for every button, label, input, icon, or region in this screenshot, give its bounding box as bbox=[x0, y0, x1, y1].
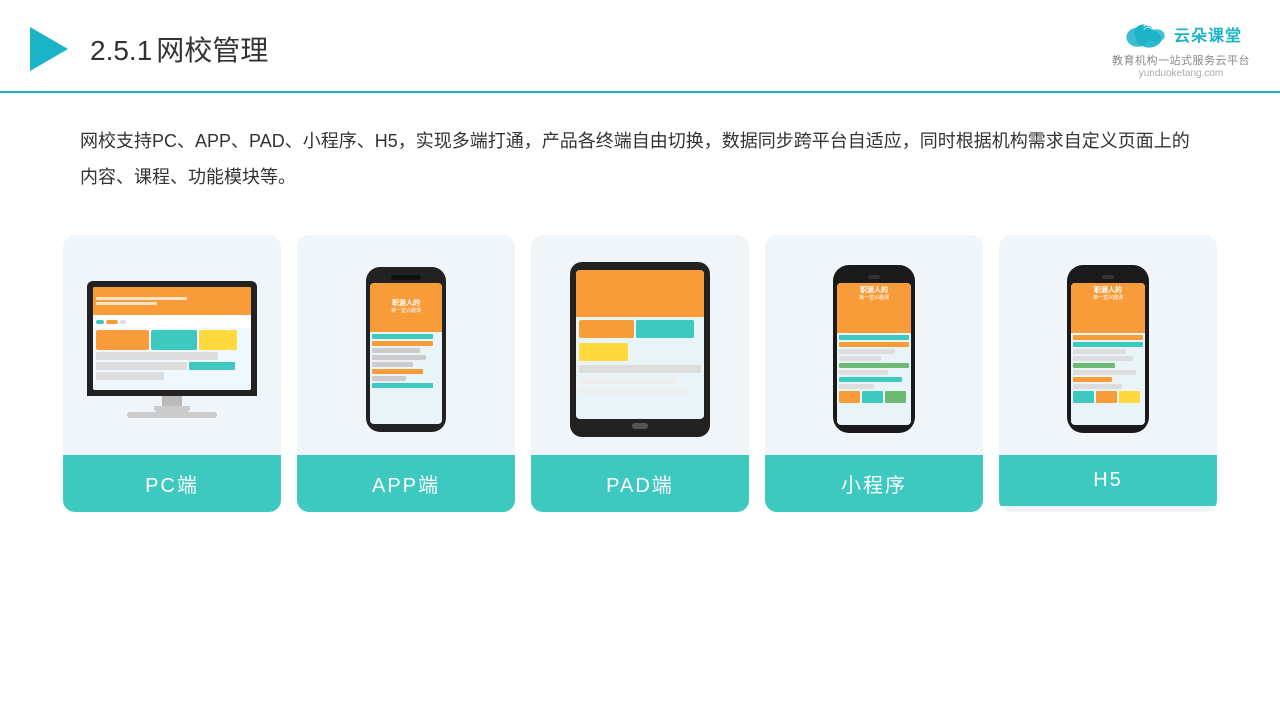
card-h5: 职涯人的 第一堂兴趣课 bbox=[999, 235, 1217, 512]
card-pad-image bbox=[531, 235, 749, 455]
header-left: 2.5.1网校管理 bbox=[30, 27, 268, 71]
section-number: 2.5.1 bbox=[90, 35, 152, 66]
logo-url: yunduoketang.com bbox=[1139, 68, 1224, 79]
card-pad: PAD端 bbox=[531, 235, 749, 512]
card-pad-label: PAD端 bbox=[531, 455, 749, 512]
page-header: 2.5.1网校管理 云朵课堂 教育机构一站式服务云平台 yunduoketang… bbox=[0, 0, 1280, 93]
h5-phone-mockup: 职涯人的 第一堂兴趣课 bbox=[1067, 265, 1149, 433]
logo-cloud: 云朵课堂 bbox=[1120, 18, 1242, 50]
logo-area: 云朵课堂 教育机构一站式服务云平台 yunduoketang.com bbox=[1112, 18, 1250, 79]
card-miniapp: 职涯人的 第一堂兴趣课 bbox=[765, 235, 983, 512]
cloud-icon bbox=[1120, 18, 1168, 50]
logo-text: 云朵课堂 bbox=[1174, 22, 1242, 46]
card-h5-label: H5 bbox=[999, 455, 1217, 506]
logo-tagline: 教育机构一站式服务云平台 bbox=[1112, 52, 1250, 68]
pad-mockup bbox=[570, 262, 710, 437]
card-app: 职涯人的 第一堂兴趣课 bbox=[297, 235, 515, 512]
card-app-image: 职涯人的 第一堂兴趣课 bbox=[297, 235, 515, 455]
pc-screen bbox=[87, 281, 257, 396]
card-app-label: APP端 bbox=[297, 455, 515, 512]
pc-mockup bbox=[82, 281, 262, 418]
page-description: 网校支持PC、APP、PAD、小程序、H5，实现多端打通，产品各终端自由切换，数… bbox=[0, 93, 1280, 215]
card-h5-image: 职涯人的 第一堂兴趣课 bbox=[999, 235, 1217, 455]
card-pc-label: PC端 bbox=[63, 455, 281, 512]
miniapp-phone-mockup: 职涯人的 第一堂兴趣课 bbox=[833, 265, 915, 433]
card-pc-image bbox=[63, 235, 281, 455]
cards-area: PC端 职涯人的 第一堂兴趣课 bbox=[0, 215, 1280, 532]
app-phone-mockup: 职涯人的 第一堂兴趣课 bbox=[366, 267, 446, 432]
card-miniapp-label: 小程序 bbox=[765, 455, 983, 512]
card-miniapp-image: 职涯人的 第一堂兴趣课 bbox=[765, 235, 983, 455]
page-title: 2.5.1网校管理 bbox=[90, 29, 268, 69]
card-pc: PC端 bbox=[63, 235, 281, 512]
play-icon bbox=[30, 27, 68, 71]
